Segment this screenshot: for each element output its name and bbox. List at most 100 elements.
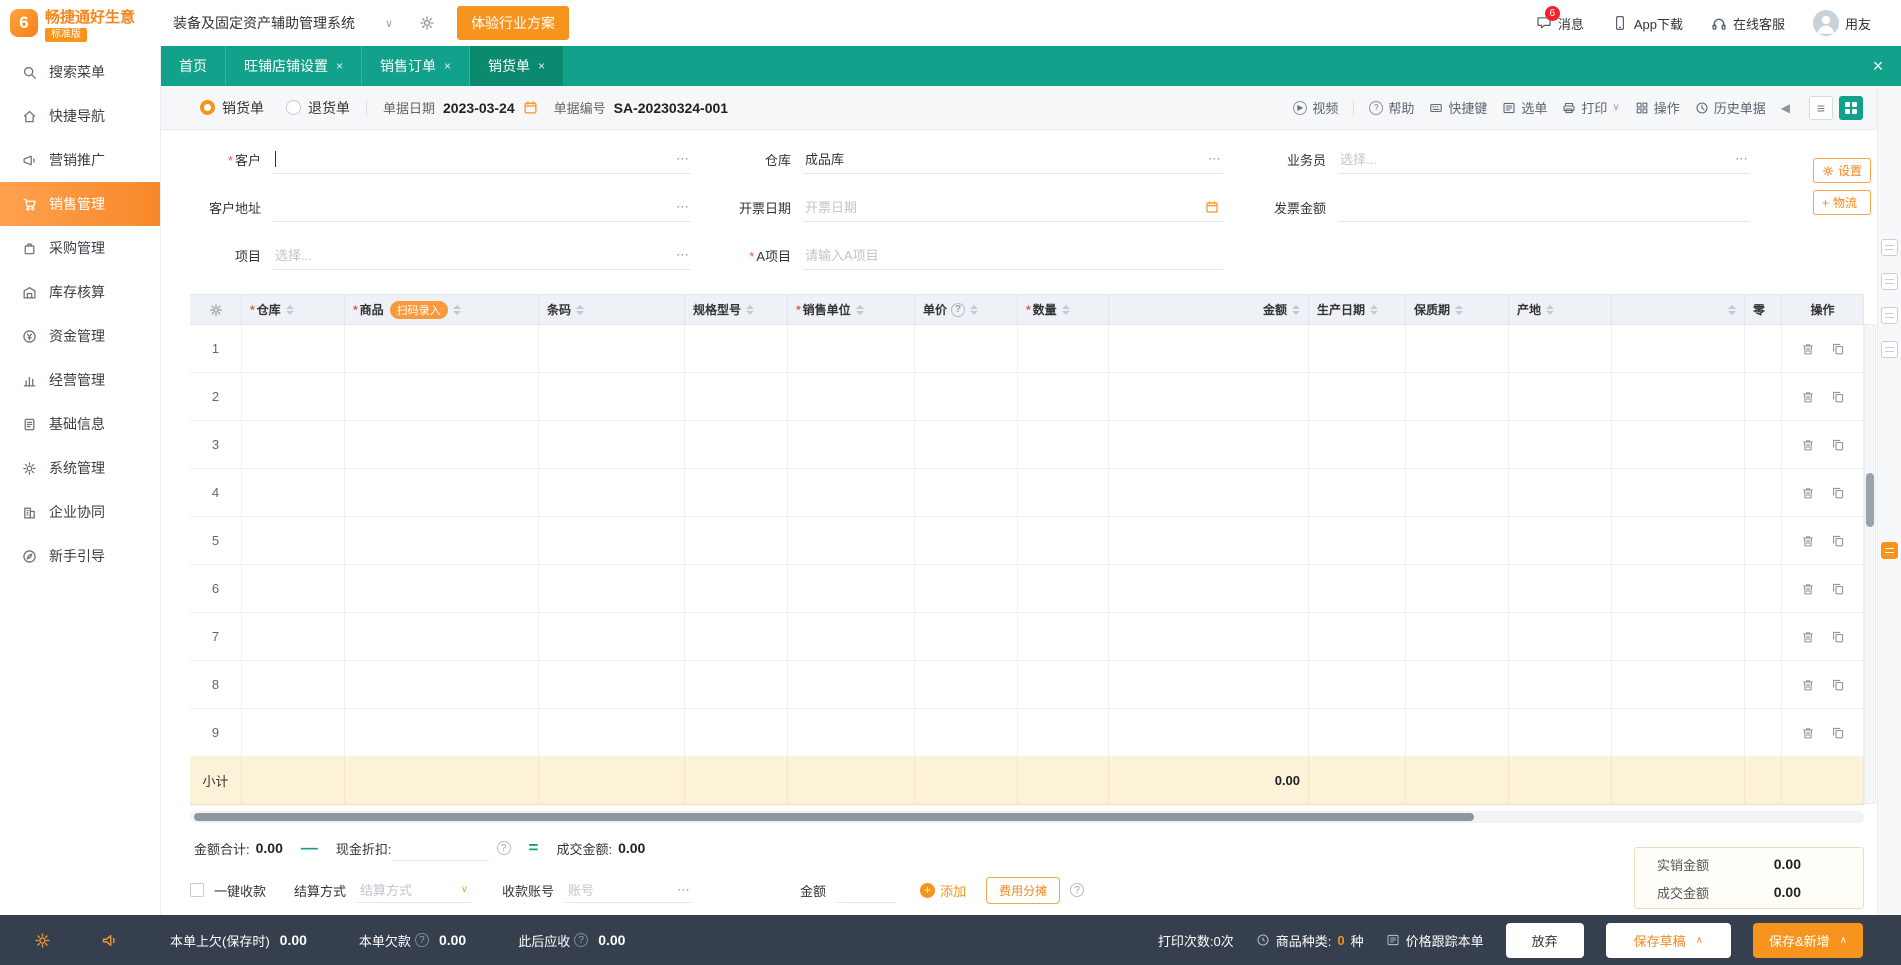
- a-project-input[interactable]: 请输入A项目: [803, 240, 1223, 270]
- col-product[interactable]: * 商品 扫码录入: [345, 295, 539, 324]
- col-warehouse[interactable]: * 仓库: [242, 295, 345, 324]
- cell-qty[interactable]: [1018, 421, 1109, 468]
- col-shelf-life[interactable]: 保质期: [1406, 295, 1509, 324]
- cell-price[interactable]: [915, 661, 1018, 708]
- app-download-button[interactable]: App下载: [1612, 14, 1683, 33]
- cell-shelf-life[interactable]: [1406, 565, 1509, 612]
- cell-shelf-life[interactable]: [1406, 661, 1509, 708]
- cell-warehouse[interactable]: [242, 709, 345, 756]
- sidebar-item-quick-nav[interactable]: 快捷导航: [0, 94, 160, 138]
- scrollbar-thumb[interactable]: [194, 813, 1474, 821]
- cell-origin[interactable]: [1509, 709, 1612, 756]
- system-dropdown[interactable]: 装备及固定资产辅助管理系统 ∨: [173, 13, 393, 33]
- cell-unit[interactable]: [788, 661, 915, 708]
- side-tool-icon-active[interactable]: [1881, 542, 1898, 559]
- col-spec[interactable]: 规格型号: [685, 295, 788, 324]
- settle-method-select[interactable]: 结算方式 ∨: [356, 877, 473, 903]
- cell-amount[interactable]: [1109, 421, 1309, 468]
- cell-spec[interactable]: [685, 325, 788, 372]
- cell-unit[interactable]: [788, 709, 915, 756]
- col-qty[interactable]: * 数量: [1018, 295, 1109, 324]
- copy-row-icon[interactable]: [1831, 534, 1845, 548]
- cell-origin[interactable]: [1509, 517, 1612, 564]
- cell-qty[interactable]: [1018, 709, 1109, 756]
- cell-shelf-life[interactable]: [1406, 709, 1509, 756]
- cell-price[interactable]: [915, 709, 1018, 756]
- cell-origin[interactable]: [1509, 373, 1612, 420]
- cell-amount[interactable]: [1109, 469, 1309, 516]
- hotkey-button[interactable]: 快捷键: [1429, 98, 1487, 117]
- cell-shelf-life[interactable]: [1406, 469, 1509, 516]
- cell-barcode[interactable]: [539, 325, 685, 372]
- cash-discount-input[interactable]: [391, 835, 489, 861]
- more-icon[interactable]: ⋯: [1735, 151, 1748, 167]
- more-icon[interactable]: ⋯: [1208, 151, 1221, 167]
- sidebar-item-inventory[interactable]: 库存核算: [0, 270, 160, 314]
- cell-warehouse[interactable]: [242, 325, 345, 372]
- delete-row-icon[interactable]: [1801, 486, 1815, 500]
- more-icon[interactable]: ⋯: [676, 199, 689, 215]
- cell-spec[interactable]: [685, 517, 788, 564]
- delete-row-icon[interactable]: [1801, 582, 1815, 596]
- project-input[interactable]: 选择... ⋯: [273, 240, 691, 270]
- user-menu[interactable]: 用友: [1812, 10, 1871, 36]
- cell-prod-date[interactable]: [1309, 421, 1406, 468]
- cell-qty[interactable]: [1018, 661, 1109, 708]
- sidebar-item-funds[interactable]: 资金管理: [0, 314, 160, 358]
- cell-unit[interactable]: [788, 613, 915, 660]
- cell-shelf-life[interactable]: [1406, 517, 1509, 564]
- cell-hidden[interactable]: [1612, 325, 1745, 372]
- side-tool-icon[interactable]: [1881, 307, 1898, 324]
- col-partial[interactable]: 零: [1745, 295, 1782, 324]
- cell-hidden[interactable]: [1612, 517, 1745, 564]
- cell-warehouse[interactable]: [242, 469, 345, 516]
- price-follow-button[interactable]: 价格跟踪本单: [1386, 931, 1484, 950]
- tab-sales-slip[interactable]: 销货单 ×: [470, 46, 565, 86]
- copy-row-icon[interactable]: [1831, 726, 1845, 740]
- sidebar-item-base-info[interactable]: 基础信息: [0, 402, 160, 446]
- sort-icon[interactable]: [1728, 304, 1736, 315]
- expense-share-button[interactable]: 费用分摊: [986, 876, 1061, 904]
- cell-hidden[interactable]: [1612, 565, 1745, 612]
- history-button[interactable]: 历史单据: [1695, 98, 1766, 117]
- cell-unit[interactable]: [788, 517, 915, 564]
- actions-button[interactable]: 操作: [1635, 98, 1680, 117]
- scan-entry-badge[interactable]: 扫码录入: [389, 300, 448, 319]
- cell-shelf-life[interactable]: [1406, 325, 1509, 372]
- tab-close-icon[interactable]: ×: [444, 59, 451, 73]
- discard-button[interactable]: 放弃: [1505, 922, 1584, 958]
- cell-partial[interactable]: [1745, 517, 1782, 564]
- cell-spec[interactable]: [685, 661, 788, 708]
- radio-sales-slip[interactable]: 销货单: [200, 98, 264, 118]
- cell-unit[interactable]: [788, 469, 915, 516]
- side-tool-icon[interactable]: [1881, 341, 1898, 358]
- sort-icon[interactable]: [452, 304, 461, 315]
- trial-solution-button[interactable]: 体验行业方案: [457, 6, 570, 40]
- side-tool-icon[interactable]: [1881, 239, 1898, 256]
- sort-icon[interactable]: [285, 304, 294, 315]
- cell-shelf-life[interactable]: [1406, 373, 1509, 420]
- cell-hidden[interactable]: [1612, 613, 1745, 660]
- warehouse-input[interactable]: 成品库 ⋯: [803, 144, 1223, 174]
- sort-icon[interactable]: [1455, 304, 1464, 315]
- cell-product[interactable]: [345, 517, 539, 564]
- cell-price[interactable]: [915, 325, 1018, 372]
- cell-spec[interactable]: [685, 469, 788, 516]
- add-payment-button[interactable]: + 添加: [920, 881, 966, 900]
- vertical-scrollbar[interactable]: [1864, 324, 1876, 804]
- cell-partial[interactable]: [1745, 325, 1782, 372]
- cell-product[interactable]: [345, 421, 539, 468]
- cell-amount[interactable]: [1109, 709, 1309, 756]
- online-service-button[interactable]: 在线客服: [1711, 14, 1785, 33]
- sort-icon[interactable]: [576, 304, 585, 315]
- col-prod-date[interactable]: 生产日期: [1309, 295, 1406, 324]
- cell-qty[interactable]: [1018, 613, 1109, 660]
- scrollbar-thumb[interactable]: [1866, 473, 1874, 527]
- delete-row-icon[interactable]: [1801, 438, 1815, 452]
- cell-qty[interactable]: [1018, 565, 1109, 612]
- cell-warehouse[interactable]: [242, 613, 345, 660]
- cell-prod-date[interactable]: [1309, 517, 1406, 564]
- delete-row-icon[interactable]: [1801, 630, 1815, 644]
- cell-warehouse[interactable]: [242, 517, 345, 564]
- cell-amount[interactable]: [1109, 613, 1309, 660]
